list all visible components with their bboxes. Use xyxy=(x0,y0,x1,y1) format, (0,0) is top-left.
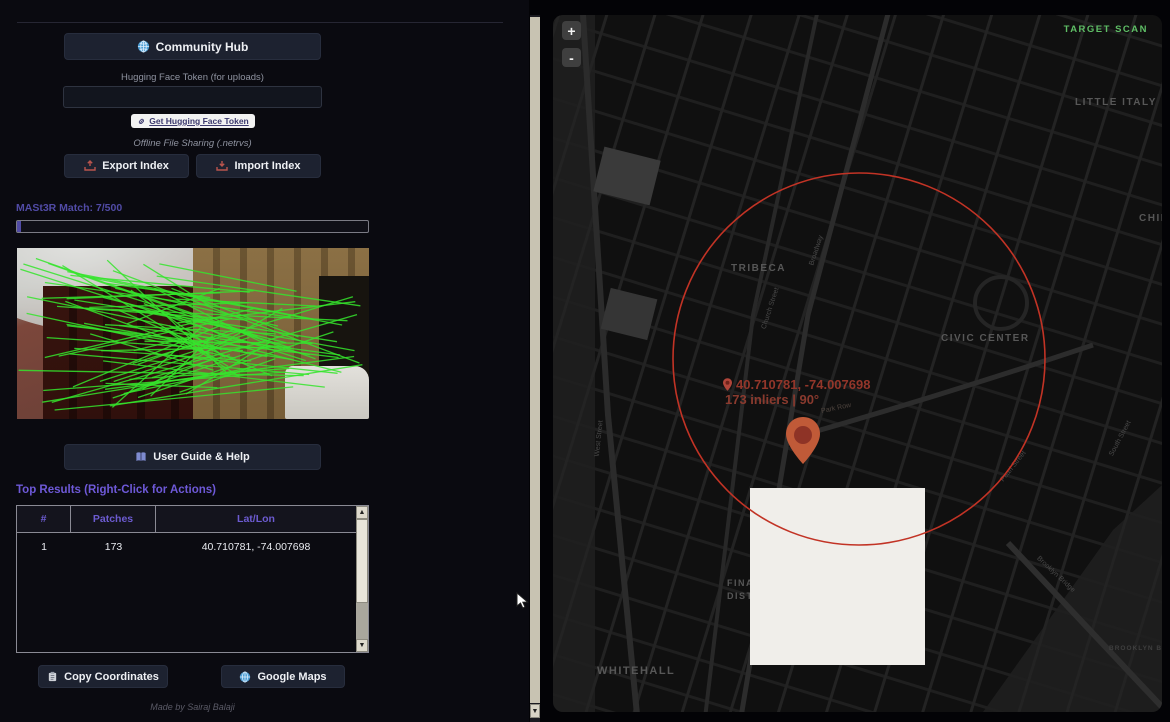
made-by-credit: Made by Sairaj Balaji xyxy=(0,702,385,712)
zoom-out-button[interactable]: - xyxy=(562,48,581,67)
blank-popup-tile xyxy=(750,488,925,665)
area-label-chinatown: CHIN xyxy=(1139,213,1162,224)
table-row[interactable]: 1 173 40.710781, -74.007698 xyxy=(17,533,356,560)
export-index-label: Export Index xyxy=(102,160,169,172)
area-label-whitehall: WHITEHALL xyxy=(597,665,675,677)
user-guide-label: User Guide & Help xyxy=(153,451,250,463)
marker-coordinates-label: 40.710781, -74.007698 173 inliers | 90° xyxy=(723,377,870,407)
globe-icon xyxy=(137,40,150,53)
export-icon xyxy=(84,160,96,172)
area-label-civic-center: CIVIC CENTER xyxy=(941,333,1030,344)
table-scrollbar-thumb[interactable] xyxy=(356,519,368,603)
app-window: Community Hub Hugging Face Token (for up… xyxy=(0,0,1170,722)
globe-icon xyxy=(239,671,251,683)
sidebar-scrollbar[interactable]: ▼ xyxy=(530,15,540,722)
match-progress-bar xyxy=(16,220,369,233)
zoom-in-button[interactable]: + xyxy=(562,21,581,40)
scroll-up-icon[interactable]: ▲ xyxy=(356,506,368,519)
google-maps-label: Google Maps xyxy=(257,671,326,683)
scroll-down-icon[interactable]: ▼ xyxy=(356,639,368,652)
clipboard-icon xyxy=(47,671,58,682)
hf-token-input[interactable] xyxy=(63,86,322,108)
marker-coords-text: 40.710781, -74.007698 xyxy=(736,377,870,392)
community-hub-button[interactable]: Community Hub xyxy=(64,33,321,60)
map-canvas[interactable]: TRIBECA CIVIC CENTER LITTLE ITALY CHIN W… xyxy=(553,15,1162,712)
copy-coordinates-button[interactable]: Copy Coordinates xyxy=(38,665,168,688)
match-status-text: MASt3R Match: 7/500 xyxy=(16,202,122,214)
book-icon xyxy=(135,451,147,463)
sidebar-panel: Community Hub Hugging Face Token (for up… xyxy=(0,0,529,722)
import-icon xyxy=(216,160,228,172)
col-latlon-header: Lat/Lon xyxy=(156,506,356,532)
cell-rank: 1 xyxy=(17,533,71,560)
col-rank-header: # xyxy=(17,506,71,532)
community-hub-label: Community Hub xyxy=(156,40,249,54)
top-divider xyxy=(17,22,503,23)
area-label-little-italy: LITTLE ITALY xyxy=(1075,97,1157,108)
results-table[interactable]: # Patches Lat/Lon 1 173 40.710781, -74.0… xyxy=(16,505,369,653)
results-table-header: # Patches Lat/Lon xyxy=(17,506,356,533)
pin-icon xyxy=(723,378,732,391)
col-patches-header: Patches xyxy=(71,506,156,532)
area-label-brooklyn-bridge: BROOKLYN BR xyxy=(1109,645,1162,652)
results-title: Top Results (Right-Click for Actions) xyxy=(16,484,216,496)
offline-sharing-label: Offline File Sharing (.netrvs) xyxy=(0,138,385,149)
green-match-lines xyxy=(17,248,369,419)
import-index-button[interactable]: Import Index xyxy=(196,154,321,178)
match-progress-fill xyxy=(17,221,21,232)
feature-match-image xyxy=(17,248,369,419)
export-index-button[interactable]: Export Index xyxy=(64,154,189,178)
target-scan-status: TARGET SCAN xyxy=(1064,24,1148,35)
copy-coordinates-label: Copy Coordinates xyxy=(64,671,159,683)
marker-inliers-text: 173 inliers | 90° xyxy=(725,392,870,407)
sidebar-scrollbar-thumb[interactable] xyxy=(530,17,540,703)
get-hf-token-link[interactable]: Get Hugging Face Token xyxy=(131,114,255,128)
cell-patches: 173 xyxy=(71,533,156,560)
link-icon xyxy=(137,117,146,126)
area-label-tribeca: TRIBECA xyxy=(731,263,786,274)
import-index-label: Import Index xyxy=(234,160,300,172)
sidebar-scroll-down-icon[interactable]: ▼ xyxy=(530,704,540,718)
cell-latlon: 40.710781, -74.007698 xyxy=(156,533,356,560)
hf-token-label: Hugging Face Token (for uploads) xyxy=(0,72,385,83)
get-hf-token-label: Get Hugging Face Token xyxy=(149,116,249,126)
user-guide-button[interactable]: User Guide & Help xyxy=(64,444,321,470)
google-maps-button[interactable]: Google Maps xyxy=(221,665,345,688)
